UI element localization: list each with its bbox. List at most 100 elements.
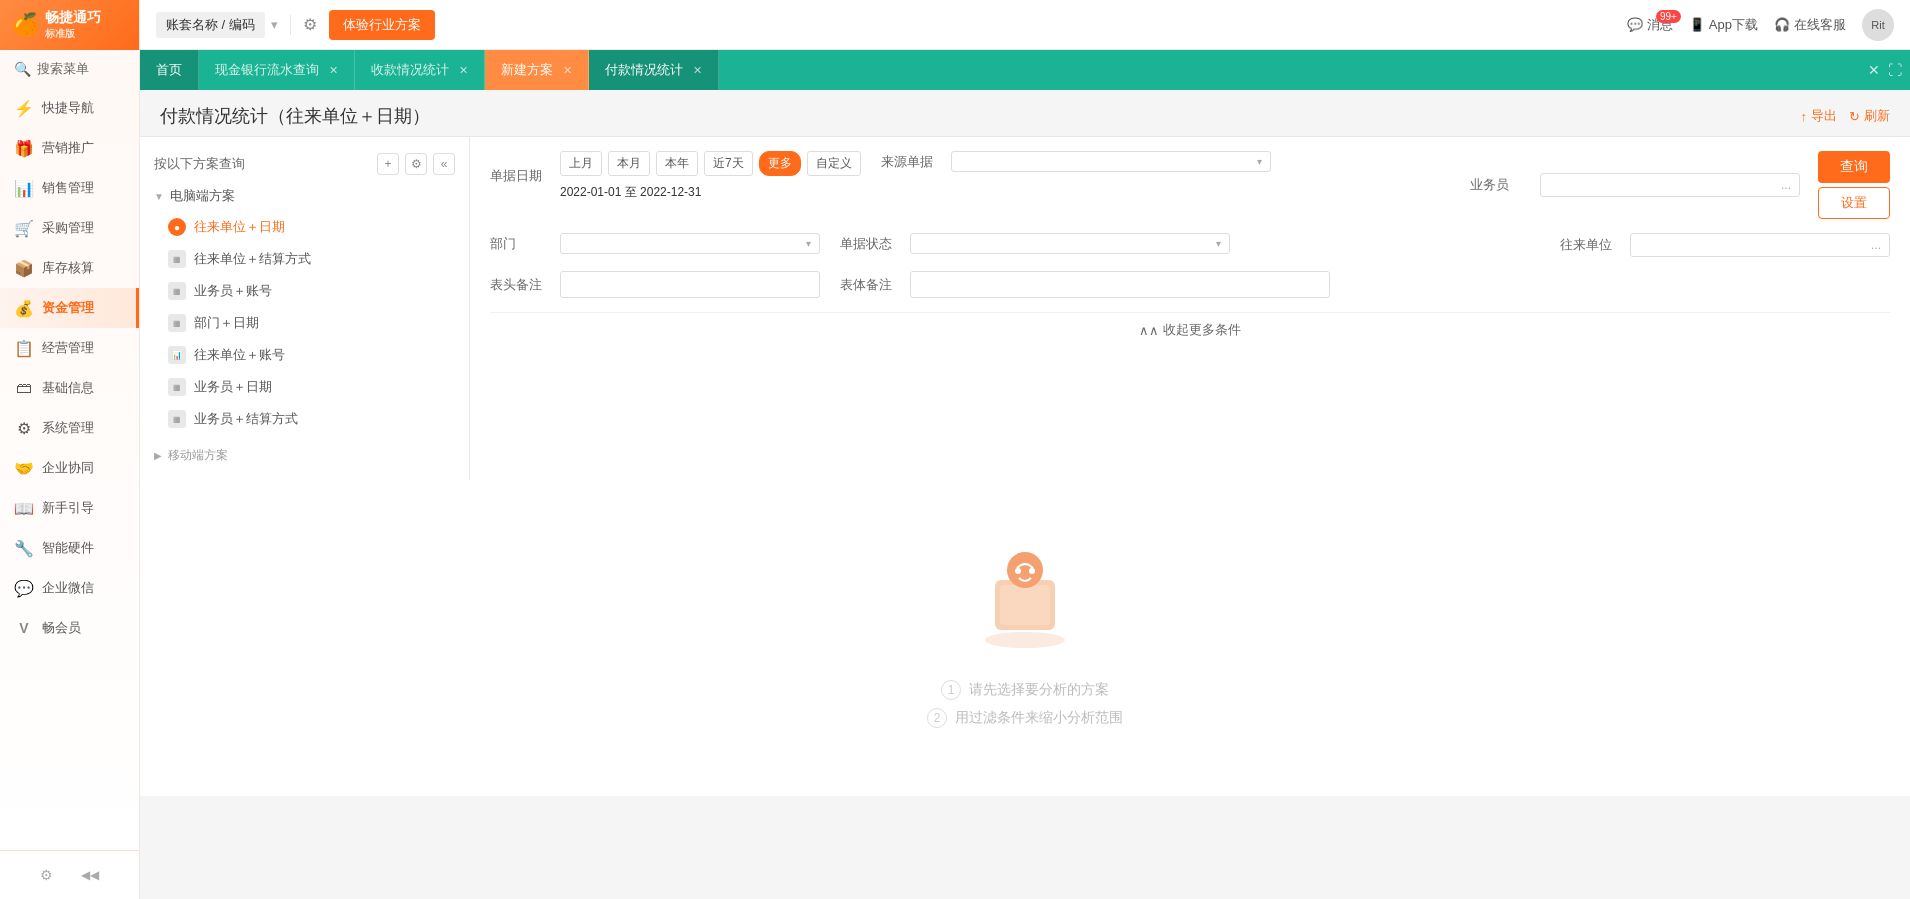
add-icon: +	[384, 157, 391, 171]
sidebar-item-purchase[interactable]: 🛒 采购管理	[0, 208, 139, 248]
sidebar-item-vip[interactable]: V 畅会员	[0, 608, 139, 648]
app-label: App下载	[1709, 16, 1758, 34]
hint-text-1: 请先选择要分析的方案	[969, 681, 1109, 699]
desktop-group-arrow: ▼	[154, 191, 164, 202]
dept-select[interactable]	[560, 233, 820, 254]
sidebar-item-search[interactable]: 🔍 搜索菜单	[0, 50, 139, 88]
app-icon: 📱	[1689, 17, 1705, 32]
filter-row-3: 表头备注 表体备注	[490, 271, 1890, 298]
message-btn[interactable]: 💬 消息 99+	[1627, 16, 1673, 34]
date-label: 单据日期	[490, 167, 550, 185]
tab-new-scheme[interactable]: 新建方案 ✕	[485, 50, 589, 90]
message-badge: 99+	[1656, 10, 1681, 23]
export-icon: ↑	[1801, 109, 1808, 124]
sidebar-item-sales[interactable]: 📊 销售管理	[0, 168, 139, 208]
scheme-header-icons: + ⚙ «	[377, 153, 455, 175]
sidebar-item-enterprise[interactable]: 🤝 企业协同	[0, 448, 139, 488]
app-download-btn[interactable]: 📱 App下载	[1689, 16, 1758, 34]
date-btn-this-month[interactable]: 本月	[608, 151, 650, 176]
sidebar-item-inventory[interactable]: 📦 库存核算	[0, 248, 139, 288]
scheme-salesman-account-label: 业务员＋账号	[194, 282, 272, 300]
date-btn-this-year[interactable]: 本年	[656, 151, 698, 176]
purchase-label: 采购管理	[42, 219, 94, 237]
date-btn-more[interactable]: 更多	[759, 151, 801, 176]
scheme-item-salesman-date[interactable]: ▦ 业务员＋日期	[140, 371, 469, 403]
bill-status-label: 单据状态	[840, 235, 900, 253]
scheme-add-btn[interactable]: +	[377, 153, 399, 175]
unit-field: 往来单位 ...	[1560, 233, 1890, 257]
scheme-item-unit-account[interactable]: 📊 往来单位＋账号	[140, 339, 469, 371]
sidebar-collapse-btn[interactable]: ◀◀	[71, 862, 109, 888]
tab-home[interactable]: 首页	[140, 50, 199, 90]
date-btn-last-month[interactable]: 上月	[560, 151, 602, 176]
header-note-label: 表头备注	[490, 276, 550, 294]
logo-name: 畅捷通巧	[45, 9, 101, 27]
scheme-item-salesman-account[interactable]: ▦ 业务员＋账号	[140, 275, 469, 307]
sidebar-item-marketing[interactable]: 🎁 营销推广	[0, 128, 139, 168]
weixin-label: 企业微信	[42, 579, 94, 597]
desktop-scheme-group: ▼ 电脑端方案 ● 往来单位＋日期 ▦ 往来单位＋结算方式 ▦ 业务员＋账号	[140, 181, 469, 441]
scheme-settings-btn[interactable]: ⚙	[405, 153, 427, 175]
sidebar-item-operations[interactable]: 📋 经营管理	[0, 328, 139, 368]
operations-label: 经营管理	[42, 339, 94, 357]
header-note-input[interactable]	[560, 271, 820, 298]
customer-service-btn[interactable]: 🎧 在线客服	[1774, 16, 1846, 34]
scheme-salesman-settle-icon: ▦	[168, 410, 186, 428]
salesman-select[interactable]: ...	[1540, 173, 1800, 197]
refresh-btn[interactable]: ↻ 刷新	[1849, 107, 1890, 125]
tab-payment-stats[interactable]: 付款情况统计 ✕	[589, 50, 719, 90]
tab-receipt-stats[interactable]: 收款情况统计 ✕	[355, 50, 485, 90]
scheme-collapse-btn[interactable]: «	[433, 153, 455, 175]
sidebar-settings-btn[interactable]: ⚙	[30, 861, 63, 889]
finance-label: 资金管理	[42, 299, 94, 317]
unit-label: 往来单位	[1560, 236, 1620, 254]
sidebar-item-finance[interactable]: 💰 资金管理	[0, 288, 139, 328]
guide-label: 新手引导	[42, 499, 94, 517]
sidebar-item-system[interactable]: ⚙ 系统管理	[0, 408, 139, 448]
account-selector[interactable]: 账套名称 / 编码 ▾	[156, 12, 278, 38]
trial-btn[interactable]: 体验行业方案	[329, 10, 435, 40]
topbar-right: 💬 消息 99+ 📱 App下载 🎧 在线客服 Rit	[1627, 9, 1894, 41]
tab-cash-bank[interactable]: 现金银行流水查询 ✕	[199, 50, 355, 90]
topbar-gear-btn[interactable]: ⚙	[303, 15, 317, 34]
date-btn-custom[interactable]: 自定义	[807, 151, 861, 176]
collapse-up-icon: ∧∧	[1139, 323, 1159, 338]
sidebar-logo: 🍊 畅捷通巧 标准版	[0, 0, 139, 50]
tab-new-scheme-close[interactable]: ✕	[563, 64, 572, 77]
tab-close-all-btn[interactable]: ✕	[1868, 62, 1880, 78]
tab-receipt-stats-close[interactable]: ✕	[459, 64, 468, 77]
sidebar-item-basic[interactable]: 🗃 基础信息	[0, 368, 139, 408]
hardware-icon: 🔧	[14, 538, 34, 558]
marketing-icon: 🎁	[14, 138, 34, 158]
body-note-input[interactable]	[910, 271, 1330, 298]
sidebar-item-quick-nav[interactable]: ⚡ 快捷导航	[0, 88, 139, 128]
sidebar-search-label: 搜索菜单	[37, 60, 89, 78]
desktop-group-label[interactable]: ▼ 电脑端方案	[140, 181, 469, 211]
tab-expand-btn[interactable]: ⛶	[1888, 62, 1902, 78]
sidebar-bottom: ⚙ ◀◀	[0, 850, 139, 899]
collapse-more-btn[interactable]: ∧∧ 收起更多条件	[490, 312, 1890, 347]
settings-btn[interactable]: 设置	[1818, 187, 1890, 219]
mobile-scheme-group[interactable]: ▶ 移动端方案	[140, 441, 469, 470]
unit-select[interactable]: ...	[1630, 233, 1890, 257]
enterprise-icon: 🤝	[14, 458, 34, 478]
bill-status-select[interactable]	[910, 233, 1230, 254]
sidebar-item-hardware[interactable]: 🔧 智能硬件	[0, 528, 139, 568]
date-range-display: 2022-01-01 至 2022-12-31	[560, 184, 861, 201]
sidebar-item-weixin[interactable]: 💬 企业微信	[0, 568, 139, 608]
tab-cash-bank-close[interactable]: ✕	[329, 64, 338, 77]
scheme-item-salesman-settle[interactable]: ▦ 业务员＋结算方式	[140, 403, 469, 435]
scheme-item-unit-settle[interactable]: ▦ 往来单位＋结算方式	[140, 243, 469, 275]
user-avatar[interactable]: Rit	[1862, 9, 1894, 41]
export-btn[interactable]: ↑ 导出	[1801, 107, 1838, 125]
scheme-salesman-date-icon: ▦	[168, 378, 186, 396]
sidebar-item-guide[interactable]: 📖 新手引导	[0, 488, 139, 528]
source-select[interactable]	[951, 151, 1271, 172]
desktop-group-text: 电脑端方案	[170, 187, 235, 205]
tab-payment-stats-close[interactable]: ✕	[693, 64, 702, 77]
query-btn[interactable]: 查询	[1818, 151, 1890, 183]
account-name: 账套名称 / 编码	[156, 12, 265, 38]
scheme-item-dept-date[interactable]: ▦ 部门＋日期	[140, 307, 469, 339]
date-btn-7days[interactable]: 近7天	[704, 151, 753, 176]
scheme-item-unit-date[interactable]: ● 往来单位＋日期	[140, 211, 469, 243]
